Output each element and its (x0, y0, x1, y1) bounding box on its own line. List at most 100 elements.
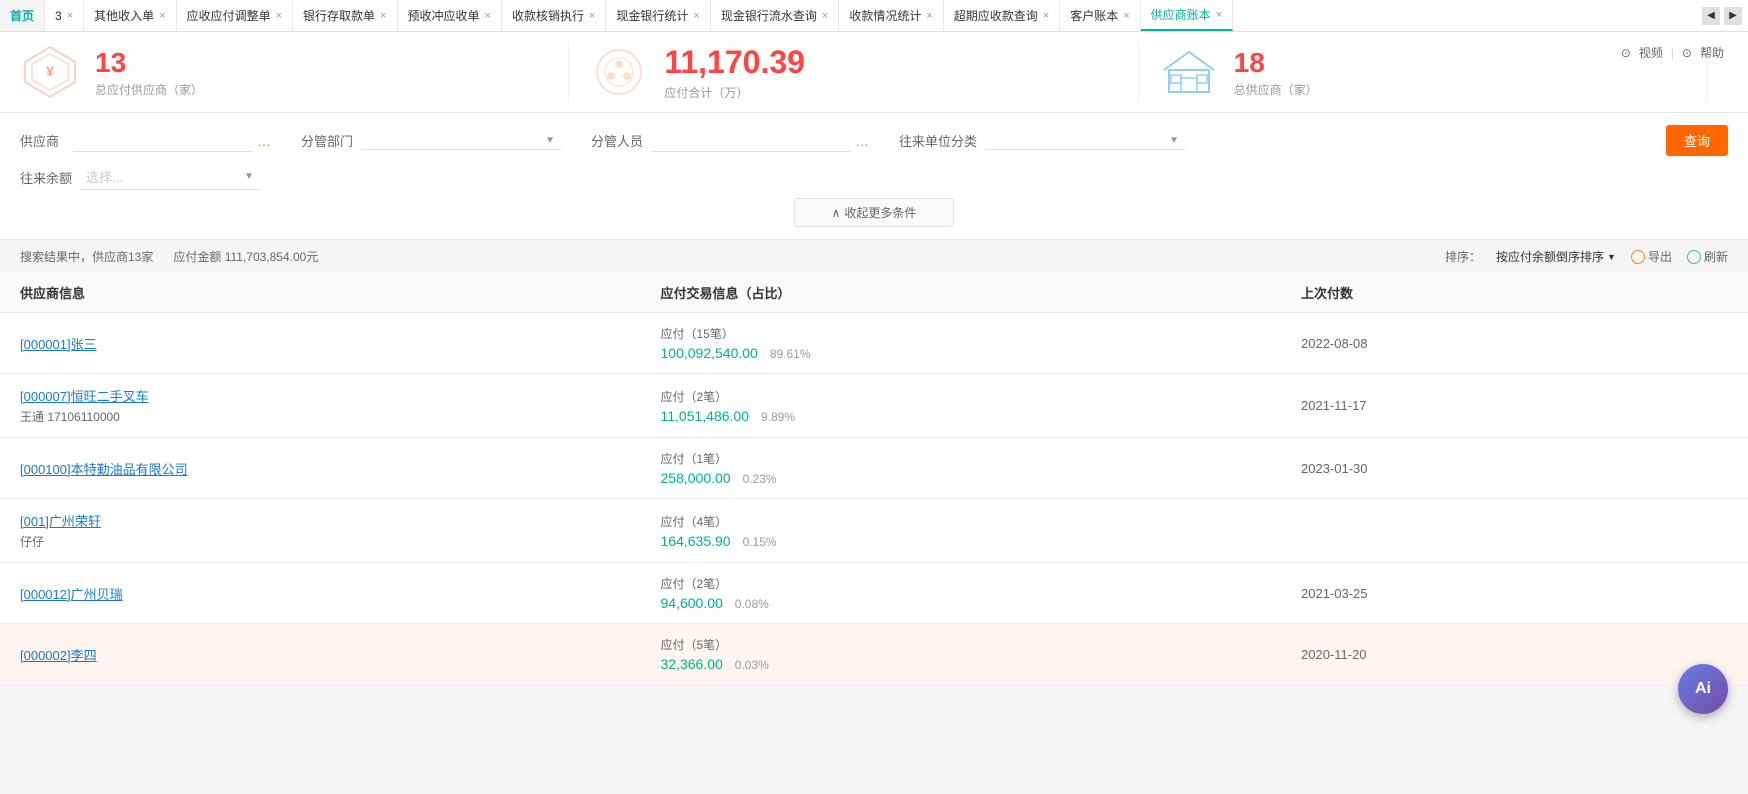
category-select[interactable]: ▼ (985, 132, 1185, 150)
supplier-link-3[interactable]: [000100]本特勤油品有限公司 (20, 462, 188, 477)
nav-item-home[interactable]: 首页 (0, 0, 45, 31)
lastpay-cell-5: 2021-03-25 (1301, 586, 1728, 601)
supplier-link-4[interactable]: [001]广州荣轩 (20, 514, 101, 529)
close-icon-customer-ledger[interactable]: × (1123, 10, 1129, 22)
supplier-link-5[interactable]: [000012]广州贝瑞 (20, 587, 123, 602)
nav-label-tab3: 3 (55, 9, 62, 23)
collapse-label: 收起更多条件 (844, 204, 916, 221)
table-row: [000012]广州贝瑞 应付（2笔） 94,600.00 0.08% 2021… (0, 563, 1748, 624)
ai-button-label: Ai (1695, 680, 1711, 698)
stat-label-total: 总供应商（家） (1234, 81, 1318, 98)
lastpay-cell-2: 2021-11-17 (1301, 398, 1728, 413)
nav-label-cash-flow: 现金银行流水查询 (721, 7, 817, 24)
nav-item-cash-bank-stat[interactable]: 现金银行统计 × (606, 0, 710, 31)
nav-label-bank-deposit: 银行存取款单 (303, 7, 375, 24)
last-pay-date-3: 2023-01-30 (1301, 461, 1368, 476)
nav-item-receipt-verify[interactable]: 收款核销执行 × (502, 0, 606, 31)
chevron-down-icon: ▼ (545, 135, 555, 146)
supplier-link-1[interactable]: [000001]张三 (20, 337, 97, 352)
nav-arrow-right[interactable]: ▶ (1724, 7, 1742, 25)
export-button[interactable]: 导出 (1631, 248, 1672, 265)
nav-label-home: 首页 (10, 7, 34, 24)
results-info: 搜索结果中，供应商13家 应付金额 111,703,854.00元 (20, 248, 318, 265)
close-icon-receipt-verify[interactable]: × (589, 10, 595, 22)
sort-select[interactable]: 按应付余额倒序排序 ▼ (1496, 248, 1616, 265)
stat-label-amount: 应付合计（万） (664, 84, 805, 101)
tx-percent-4: 0.15% (743, 535, 777, 549)
person-label: 分管人员 (591, 131, 643, 150)
close-icon-supplier-ledger[interactable]: × (1216, 9, 1222, 21)
table-header: 供应商信息 应付交易信息（占比） 上次付数 (0, 273, 1748, 313)
grain-icon (589, 42, 649, 102)
close-icon-cash-flow[interactable]: × (822, 10, 828, 22)
lastpay-cell-1: 2022-08-08 (1301, 336, 1728, 351)
close-icon-overdue-ar[interactable]: × (1043, 10, 1049, 22)
nav-item-other-income[interactable]: 其他收入单 × (84, 0, 176, 31)
lastpay-cell-3: 2023-01-30 (1301, 461, 1728, 476)
col-header-tx: 应付交易信息（占比） (661, 283, 1302, 302)
nav-item-cash-flow[interactable]: 现金银行流水查询 × (711, 0, 839, 31)
nav-item-bank-deposit[interactable]: 银行存取款单 × (293, 0, 397, 31)
refresh-button[interactable]: 刷新 (1687, 248, 1728, 265)
sort-label: 排序： (1445, 248, 1481, 265)
supplier-sub-4: 仔仔 (20, 533, 661, 550)
table-row: [000007]恒旺二手叉车 王通 17106110000 应付（2笔） 11,… (0, 374, 1748, 438)
filter-item-person: 分管人员 … (591, 130, 869, 152)
tx-percent-3: 0.23% (743, 472, 777, 486)
close-icon-bank-deposit[interactable]: × (380, 10, 386, 22)
ai-button[interactable]: Ai (1678, 664, 1728, 714)
supplier-cell-6: [000002]李四 (20, 645, 661, 664)
header-help: ⊙ 视频 | ⊙ 帮助 (1617, 44, 1728, 61)
stat-content-suppliers: 13 总应付供应商（家） (95, 46, 203, 99)
person-input[interactable] (651, 130, 851, 152)
nav-item-customer-ledger[interactable]: 客户账本 × (1060, 0, 1140, 31)
dept-select[interactable]: ▼ (361, 132, 561, 150)
close-icon-ar-ap-adjust[interactable]: × (276, 10, 282, 22)
nav-item-tab3[interactable]: 3 × (45, 0, 84, 31)
nav-label-overdue-ar: 超期应收款查询 (954, 7, 1038, 24)
tx-percent-5: 0.08% (735, 597, 769, 611)
store-icon (1159, 42, 1219, 102)
help-link[interactable]: 帮助 (1700, 44, 1724, 61)
supplier-link-6[interactable]: [000002]李四 (20, 648, 97, 663)
supplier-link-2[interactable]: [000007]恒旺二手叉车 (20, 389, 149, 404)
stat-block-amount: 11,170.39 应付合计（万） (589, 42, 1138, 102)
nav-item-prepay-ar[interactable]: 预收冲应收单 × (398, 0, 502, 31)
nav-arrow-left[interactable]: ◀ (1702, 7, 1720, 25)
nav-bar: 首页 3 × 其他收入单 × 应收应付调整单 × 银行存取款单 × 预收冲应收单… (0, 0, 1748, 32)
supplier-label: 供应商 (20, 131, 65, 150)
nav-item-ar-ap-adjust[interactable]: 应收应付调整单 × (177, 0, 293, 31)
table-row: [000100]本特勤油品有限公司 应付（1笔） 258,000.00 0.23… (0, 438, 1748, 499)
nav-label-cash-bank-stat: 现金银行统计 (616, 7, 688, 24)
collapse-button[interactable]: ∧ 收起更多条件 (794, 198, 954, 227)
nav-arrows: ◀ ▶ (1696, 7, 1748, 25)
supplier-cell-1: [000001]张三 (20, 334, 661, 353)
export-icon (1631, 250, 1645, 264)
close-icon-prepay-ar[interactable]: × (485, 10, 491, 22)
close-icon-other-income[interactable]: × (159, 10, 165, 22)
tx-cell-6: 应付（5笔） 32,366.00 0.03% (661, 636, 1302, 672)
filter-item-category: 往来单位分类 ▼ (899, 131, 1185, 150)
table-row: [000002]李四 应付（5笔） 32,366.00 0.03% 2020-1… (0, 624, 1748, 685)
nav-item-receipt-stat[interactable]: 收款情况统计 × (839, 0, 943, 31)
balance-select[interactable]: 选择... ▼ (80, 164, 260, 190)
person-dots-icon[interactable]: … (855, 133, 869, 149)
nav-item-overdue-ar[interactable]: 超期应收款查询 × (944, 0, 1060, 31)
supplier-dots-icon[interactable]: … (257, 133, 271, 149)
help-video-link[interactable]: 视频 (1639, 44, 1663, 61)
supplier-cell-2: [000007]恒旺二手叉车 王通 17106110000 (20, 386, 661, 425)
stat-content-amount: 11,170.39 应付合计（万） (664, 43, 805, 100)
nav-item-supplier-ledger[interactable]: 供应商账本 × (1141, 0, 1233, 31)
search-button[interactable]: 查询 (1666, 125, 1728, 156)
stat-number-amount: 11,170.39 (664, 43, 805, 81)
stat-block-suppliers: ¥ 13 总应付供应商（家） (20, 42, 569, 102)
results-bar: 搜索结果中，供应商13家 应付金额 111,703,854.00元 排序： 按应… (0, 240, 1748, 273)
close-icon-cash-bank-stat[interactable]: × (693, 10, 699, 22)
close-icon-receipt-stat[interactable]: × (926, 10, 932, 22)
header-stats: ¥ 13 总应付供应商（家） 11,170.39 应付合计（万） (0, 32, 1748, 113)
close-icon-tab3[interactable]: × (67, 10, 73, 22)
filter-item-dept: 分管部门 ▼ (301, 131, 561, 150)
supplier-input[interactable] (73, 130, 253, 152)
last-pay-date-2: 2021-11-17 (1301, 398, 1367, 413)
last-pay-date-6: 2020-11-20 (1301, 647, 1367, 662)
